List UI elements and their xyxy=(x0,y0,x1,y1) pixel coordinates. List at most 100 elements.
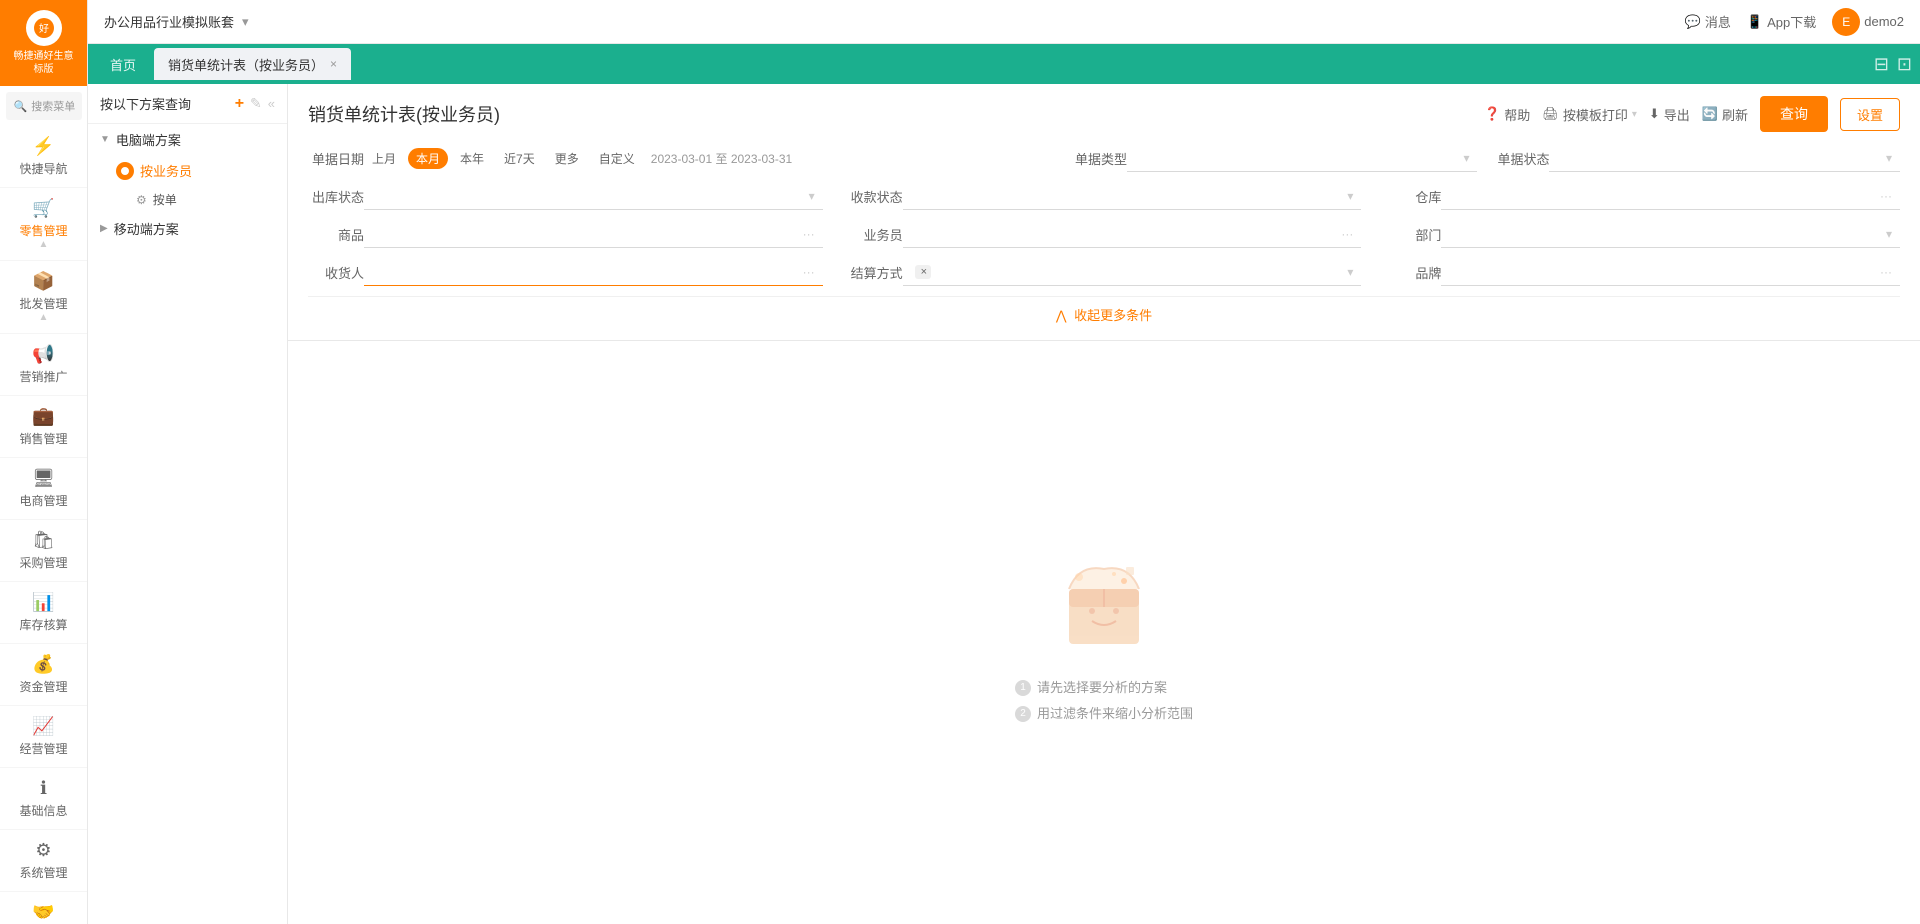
settlement-tag[interactable]: × xyxy=(915,265,931,279)
empty-tip-2: 2 用过滤条件来缩小分析范围 xyxy=(1015,701,1193,727)
content-wrapper: 按以下方案查询 + ✎ « ▼ 电脑端方案 按业务员 ⚙ 按单 xyxy=(88,84,1920,924)
tip-num-2: 2 xyxy=(1015,706,1031,722)
tree-order-label: 按单 xyxy=(153,191,177,208)
sidebar: 好 畅捷通好生意 标版 🔍 搜索菜单 ⚡ 快捷导航 🛒 零售管理 ▲ 📦 批发管… xyxy=(0,0,88,924)
brand-field[interactable]: ··· xyxy=(1441,258,1900,286)
doctype-label: 单据类型 xyxy=(1071,149,1127,168)
edit-plan-button[interactable]: ✎ xyxy=(250,95,262,112)
export-label: 导出 xyxy=(1664,105,1690,124)
filter-row-2: 出库状态 ▾ 收款状态 ▾ 仓库 xyxy=(308,182,1900,210)
settlement-dropdown-icon: ▾ xyxy=(1347,265,1353,279)
receiver-field[interactable]: ··· xyxy=(364,258,823,286)
sidebar-item-operation[interactable]: 📈 经营管理 xyxy=(0,706,87,768)
query-button[interactable]: 查询 xyxy=(1760,96,1828,132)
receiver-more-icon: ··· xyxy=(803,265,815,279)
user-avatar-button[interactable]: E demo2 xyxy=(1832,8,1904,36)
settlement-field[interactable]: × ▾ xyxy=(903,258,1362,286)
refresh-icon: 🔄 xyxy=(1702,106,1718,122)
date-tab-thismonth[interactable]: 本月 xyxy=(408,148,448,169)
filter-row-1: 单据日期 上月 本月 本年 近7天 更多 自定义 2023-03-01 至 20… xyxy=(308,144,1900,172)
search-menu-button[interactable]: 🔍 搜索菜单 xyxy=(6,92,82,120)
tree-node-pc-plan[interactable]: ▼ 电脑端方案 xyxy=(88,124,287,155)
sidebar-item-ecommerce[interactable]: 🖥 电商管理 xyxy=(0,458,87,520)
operation-icon: 📈 xyxy=(32,716,54,737)
date-tab-last7[interactable]: 近7天 xyxy=(496,148,543,169)
phone-icon: 📱 xyxy=(1747,14,1763,30)
export-button[interactable]: ⬇ 导出 xyxy=(1649,105,1690,124)
top-title-dropdown-icon[interactable]: ▾ xyxy=(242,14,249,30)
avatar: E xyxy=(1832,8,1860,36)
sidebar-item-quicknav[interactable]: ⚡ 快捷导航 xyxy=(0,126,87,188)
docstatus-dropdown-icon: ▾ xyxy=(1886,151,1892,165)
enterprise-icon: 🤝 xyxy=(32,902,54,923)
settlement-label: 结算方式 xyxy=(847,263,903,282)
doctype-dropdown-icon: ▾ xyxy=(1463,151,1469,165)
warehouse-label: 仓库 xyxy=(1385,187,1441,206)
tree-expand-icon: ▼ xyxy=(100,134,110,145)
date-tab-more[interactable]: 更多 xyxy=(547,148,587,169)
sidebar-item-finance[interactable]: 💰 资金管理 xyxy=(0,644,87,706)
sidebar-item-purchase[interactable]: 🛍 采购管理 xyxy=(0,520,87,582)
message-button[interactable]: 💬 消息 xyxy=(1685,12,1731,31)
empty-state: 1 请先选择要分析的方案 2 用过滤条件来缩小分析范围 xyxy=(288,341,1920,924)
tab-sales-stat[interactable]: 销货单统计表（按业务员） × xyxy=(154,48,351,80)
main-area: 办公用品行业模拟账套 ▾ 💬 消息 📱 App下载 E demo2 首页 xyxy=(88,0,1920,924)
tree-salesperson-label: 按业务员 xyxy=(140,161,192,180)
date-tab-thisyear[interactable]: 本年 xyxy=(452,148,492,169)
print-button[interactable]: 🖨 按模板打印 ▾ xyxy=(1542,105,1637,124)
receiptstatus-dropdown-icon: ▾ xyxy=(1347,189,1353,203)
tab-close-icon[interactable]: × xyxy=(330,57,337,71)
quicknav-icon: ⚡ xyxy=(32,136,54,157)
docstatus-label: 单据状态 xyxy=(1493,149,1549,168)
system-icon: ⚙ xyxy=(35,840,51,861)
tree-item-by-salesperson[interactable]: 按业务员 xyxy=(88,155,287,186)
tab-home[interactable]: 首页 xyxy=(96,48,150,80)
date-tabs: 上月 本月 本年 近7天 更多 自定义 2023-03-01 至 2023-03… xyxy=(364,148,792,169)
sidebar-item-inventory[interactable]: 📊 库存核算 xyxy=(0,582,87,644)
outstatus-field[interactable]: ▾ xyxy=(364,182,823,210)
brand-label: 品牌 xyxy=(1385,263,1441,282)
app-logo[interactable]: 好 畅捷通好生意 标版 xyxy=(0,0,88,86)
active-plan-badge xyxy=(116,162,134,180)
goods-field[interactable]: ··· xyxy=(364,220,823,248)
doctype-field[interactable]: ▾ xyxy=(1127,144,1478,172)
sidebar-item-retail[interactable]: 🛒 零售管理 ▲ xyxy=(0,188,87,261)
tree-node-mobile-plan[interactable]: ▶ 移动端方案 xyxy=(88,213,287,244)
tree-item-by-order[interactable]: ⚙ 按单 xyxy=(88,186,287,213)
sidebar-item-basic[interactable]: ℹ 基础信息 xyxy=(0,768,87,830)
settings-small-icon: ⚙ xyxy=(136,193,147,207)
top-bar: 办公用品行业模拟账套 ▾ 💬 消息 📱 App下载 E demo2 xyxy=(88,0,1920,44)
settings-button[interactable]: 设置 xyxy=(1840,98,1900,131)
tree-collapsed-icon: ▶ xyxy=(100,223,108,234)
sidebar-operation-label: 经营管理 xyxy=(19,740,67,757)
tab-home-label: 首页 xyxy=(110,55,136,74)
docstatus-field[interactable]: ▾ xyxy=(1549,144,1900,172)
retail-arrow-icon: ▲ xyxy=(39,239,49,250)
refresh-button[interactable]: 🔄 刷新 xyxy=(1702,105,1748,124)
sidebar-item-wholesale[interactable]: 📦 批发管理 ▲ xyxy=(0,261,87,334)
collapse-panel-button[interactable]: « xyxy=(268,96,275,111)
sidebar-inventory-label: 库存核算 xyxy=(19,616,67,633)
add-plan-button[interactable]: + xyxy=(235,95,244,113)
sidebar-basic-label: 基础信息 xyxy=(19,802,67,819)
help-button[interactable]: ❓ 帮助 xyxy=(1484,105,1530,124)
sidebar-item-sales[interactable]: 💼 销售管理 xyxy=(0,396,87,458)
dept-field[interactable]: ▾ xyxy=(1441,220,1900,248)
salesperson-field[interactable]: ··· xyxy=(903,220,1362,248)
date-tab-custom[interactable]: 自定义 xyxy=(591,148,643,169)
tab-bar: 首页 销货单统计表（按业务员） × ⊟ ⊡ xyxy=(88,44,1920,84)
tab-maximize-icon[interactable]: ⊡ xyxy=(1897,54,1912,75)
sidebar-item-enterprise[interactable]: 🤝 企业协同 xyxy=(0,892,87,924)
warehouse-field[interactable]: ··· xyxy=(1441,182,1900,210)
app-download-button[interactable]: 📱 App下载 xyxy=(1747,12,1816,31)
receiptstatus-field[interactable]: ▾ xyxy=(903,182,1362,210)
wholesale-icon: 📦 xyxy=(32,271,54,292)
user-name-label: demo2 xyxy=(1864,14,1904,29)
collapse-button[interactable]: ⋀ 收起更多条件 xyxy=(308,296,1900,332)
tab-collapse-icon[interactable]: ⊟ xyxy=(1874,54,1889,75)
date-tab-lastmonth[interactable]: 上月 xyxy=(364,148,404,169)
sidebar-item-system[interactable]: ⚙ 系统管理 xyxy=(0,830,87,892)
logo-icon: 好 xyxy=(26,10,62,46)
settlement-close-icon[interactable]: × xyxy=(921,266,927,278)
sidebar-item-marketing[interactable]: 📢 营销推广 xyxy=(0,334,87,396)
